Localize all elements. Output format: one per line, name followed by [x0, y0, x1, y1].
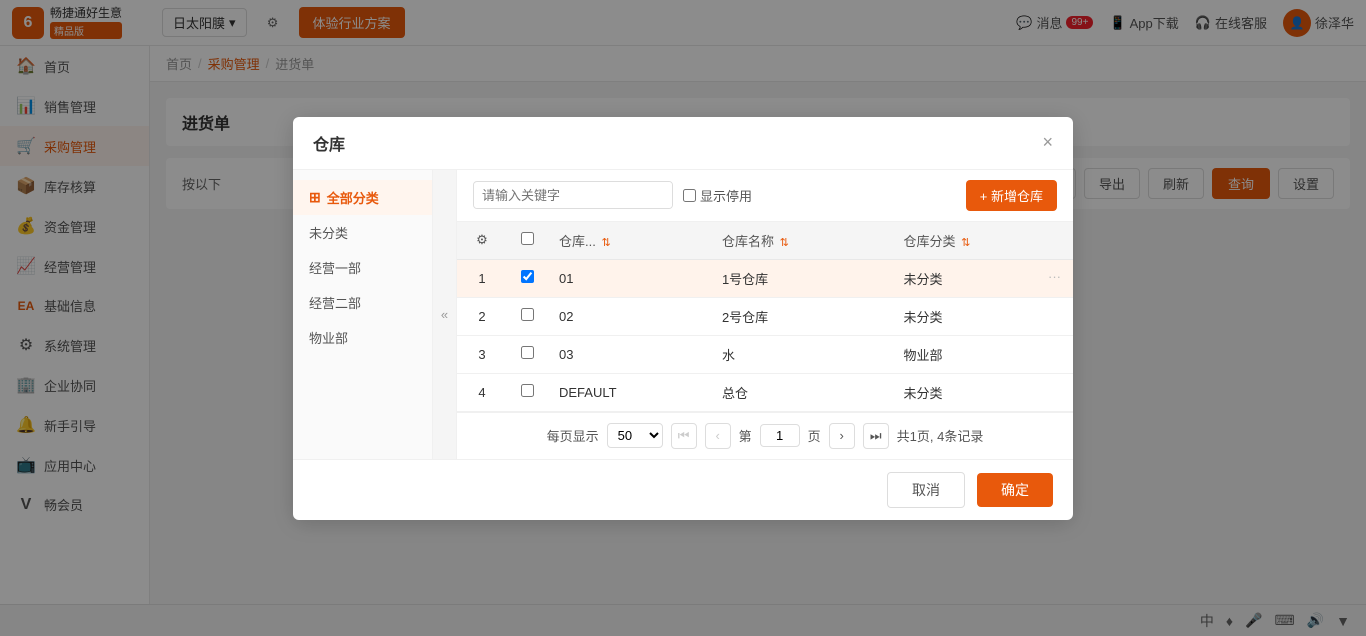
cell-code-1: 02	[547, 297, 710, 335]
cat-uncategorized[interactable]: 未分类	[293, 215, 432, 250]
warehouse-table: ⚙ 仓库... ⇅ 仓库名称 ⇅	[457, 222, 1073, 412]
cell-code-2: 03	[547, 335, 710, 373]
cell-check-2[interactable]	[507, 335, 547, 373]
page-unit: 页	[808, 426, 821, 445]
search-box: 🔍	[473, 181, 673, 209]
search-input[interactable]	[474, 183, 666, 208]
add-warehouse-btn[interactable]: + 新增仓库	[966, 180, 1057, 211]
sort-category-icon: ⇅	[961, 237, 970, 249]
next-page-btn[interactable]: ›	[829, 423, 855, 449]
table-row[interactable]: 1 01 1号仓库 未分类···	[457, 259, 1073, 297]
cell-num-0: 1	[457, 259, 507, 297]
modal-toolbar: 🔍 显示停用 + 新增仓库	[457, 170, 1073, 222]
th-category[interactable]: 仓库分类 ⇅	[891, 222, 1073, 260]
th-name-label: 仓库名称	[722, 234, 774, 249]
sidebar-collapse-btn[interactable]: «	[433, 170, 457, 459]
warehouse-modal: 仓库 × ⊞ 全部分类 未分类 经营一部 经营二部	[293, 117, 1073, 520]
warehouse-table-wrap: ⚙ 仓库... ⇅ 仓库名称 ⇅	[457, 222, 1073, 412]
th-category-label: 仓库分类	[903, 234, 955, 249]
cat-property[interactable]: 物业部	[293, 320, 432, 355]
sort-name-icon: ⇅	[780, 237, 789, 249]
collapse-icon: «	[441, 307, 448, 322]
cell-code-3: DEFAULT	[547, 373, 710, 411]
th-name[interactable]: 仓库名称 ⇅	[710, 222, 892, 260]
first-page-btn[interactable]: ⏮	[671, 423, 697, 449]
modal-main-panel: 🔍 显示停用 + 新增仓库 ⚙	[457, 170, 1073, 459]
cat-uncategorized-label: 未分类	[309, 223, 348, 242]
search-icon-btn[interactable]: 🔍	[666, 182, 673, 208]
cell-num-1: 2	[457, 297, 507, 335]
cell-name-0: 1号仓库	[710, 259, 892, 297]
modal-body: ⊞ 全部分类 未分类 经营一部 经营二部 物业部 «	[293, 170, 1073, 459]
cat-dept1-label: 经营一部	[309, 258, 361, 277]
show-disabled-check[interactable]	[683, 189, 696, 202]
th-checkbox	[507, 222, 547, 260]
cell-name-3: 总仓	[710, 373, 892, 411]
cat-all-label: 全部分类	[327, 188, 379, 207]
show-disabled-checkbox[interactable]: 显示停用	[683, 186, 752, 205]
th-code[interactable]: 仓库... ⇅	[547, 222, 710, 260]
cell-category-2: 物业部	[891, 335, 1073, 373]
page-number-input[interactable]	[760, 424, 800, 447]
per-page-select[interactable]: 50 20 100	[607, 423, 663, 448]
modal-category-sidebar: ⊞ 全部分类 未分类 经营一部 经营二部 物业部	[293, 170, 433, 459]
cell-check-1[interactable]	[507, 297, 547, 335]
cell-num-2: 3	[457, 335, 507, 373]
modal-header: 仓库 ×	[293, 117, 1073, 170]
table-row[interactable]: 4 DEFAULT 总仓 未分类	[457, 373, 1073, 411]
confirm-btn[interactable]: 确定	[977, 473, 1053, 507]
page-label: 第	[739, 426, 752, 445]
table-row[interactable]: 3 03 水 物业部	[457, 335, 1073, 373]
last-page-btn[interactable]: ⏭	[863, 423, 889, 449]
show-disabled-label: 显示停用	[700, 186, 752, 205]
th-gear: ⚙	[457, 222, 507, 260]
table-row[interactable]: 2 02 2号仓库 未分类	[457, 297, 1073, 335]
cell-name-2: 水	[710, 335, 892, 373]
cell-check-0[interactable]	[507, 259, 547, 297]
th-code-label: 仓库...	[559, 234, 596, 249]
table-body: 1 01 1号仓库 未分类··· 2 02 2号仓库 未分类 3 03 水 物业…	[457, 259, 1073, 411]
modal-title: 仓库	[313, 131, 345, 155]
cell-name-1: 2号仓库	[710, 297, 892, 335]
sort-code-icon: ⇅	[601, 237, 610, 249]
cat-all[interactable]: ⊞ 全部分类	[293, 180, 432, 215]
total-info: 共1页, 4条记录	[897, 426, 984, 445]
cat-all-icon: ⊞	[309, 189, 321, 206]
modal-footer: 取消 确定	[293, 459, 1073, 520]
select-all-checkbox[interactable]	[521, 232, 534, 245]
modal-overlay: 仓库 × ⊞ 全部分类 未分类 经营一部 经营二部	[0, 0, 1366, 636]
cat-dept1[interactable]: 经营一部	[293, 250, 432, 285]
cat-dept2[interactable]: 经营二部	[293, 285, 432, 320]
table-header-row: ⚙ 仓库... ⇅ 仓库名称 ⇅	[457, 222, 1073, 260]
cell-num-3: 4	[457, 373, 507, 411]
modal-pagination: 每页显示 50 20 100 ⏮ ‹ 第 页 › ⏭ 共1页, 4条记录	[457, 412, 1073, 459]
cell-category-0: 未分类···	[891, 259, 1073, 297]
prev-page-btn[interactable]: ‹	[705, 423, 731, 449]
cell-check-3[interactable]	[507, 373, 547, 411]
cat-dept2-label: 经营二部	[309, 293, 361, 312]
modal-close-btn[interactable]: ×	[1042, 132, 1053, 153]
per-page-label: 每页显示	[547, 426, 599, 445]
cell-code-0: 01	[547, 259, 710, 297]
cell-category-1: 未分类	[891, 297, 1073, 335]
cancel-btn[interactable]: 取消	[887, 472, 965, 508]
cell-category-3: 未分类	[891, 373, 1073, 411]
cat-property-label: 物业部	[309, 328, 348, 347]
